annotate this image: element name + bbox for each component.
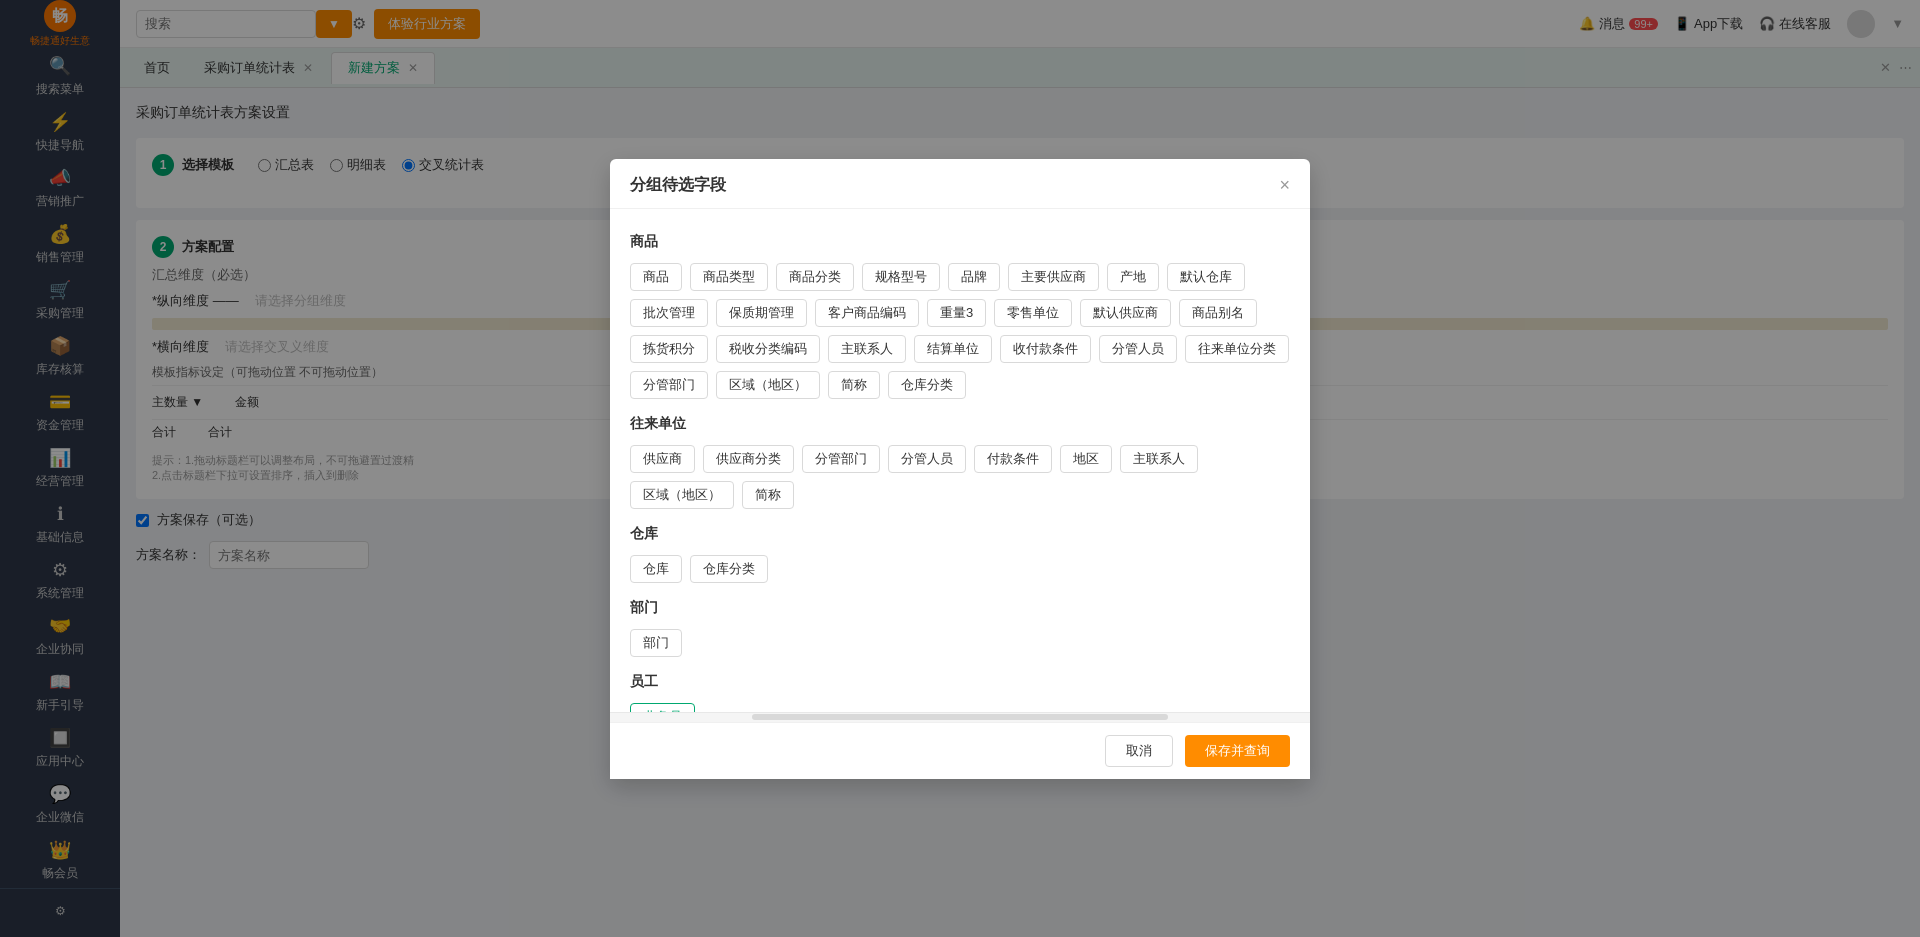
section-fields-4: 业务员 [630, 703, 1290, 713]
field-tag-0-4[interactable]: 品牌 [948, 263, 1000, 291]
field-tag-0-19[interactable]: 收付款条件 [1000, 335, 1091, 363]
field-tag-0-2[interactable]: 商品分类 [776, 263, 854, 291]
field-tag-0-22[interactable]: 分管部门 [630, 371, 708, 399]
field-tag-2-0[interactable]: 仓库 [630, 555, 682, 583]
field-tag-0-8[interactable]: 批次管理 [630, 299, 708, 327]
field-tag-1-0[interactable]: 供应商 [630, 445, 695, 473]
section-fields-3: 部门 [630, 629, 1290, 657]
field-tag-0-15[interactable]: 拣货积分 [630, 335, 708, 363]
field-tag-0-23[interactable]: 区域（地区） [716, 371, 820, 399]
section-title-3: 部门 [630, 599, 1290, 617]
modal-footer: 取消 保存并查询 [610, 722, 1310, 779]
field-tag-0-18[interactable]: 结算单位 [914, 335, 992, 363]
field-tag-0-24[interactable]: 简称 [828, 371, 880, 399]
field-tag-4-0[interactable]: 业务员 [630, 703, 695, 713]
field-tag-1-8[interactable]: 简称 [742, 481, 794, 509]
confirm-button[interactable]: 保存并查询 [1185, 735, 1290, 767]
field-tag-0-13[interactable]: 默认供应商 [1080, 299, 1171, 327]
field-tag-3-0[interactable]: 部门 [630, 629, 682, 657]
field-tag-0-9[interactable]: 保质期管理 [716, 299, 807, 327]
modal: 分组待选字段 × 商品商品商品类型商品分类规格型号品牌主要供应商产地默认仓库批次… [610, 159, 1310, 779]
field-tag-0-7[interactable]: 默认仓库 [1167, 263, 1245, 291]
modal-hscroll [610, 712, 1310, 721]
field-tag-0-6[interactable]: 产地 [1107, 263, 1159, 291]
modal-header: 分组待选字段 × [610, 159, 1310, 209]
field-tag-0-20[interactable]: 分管人员 [1099, 335, 1177, 363]
modal-overlay: 分组待选字段 × 商品商品商品类型商品分类规格型号品牌主要供应商产地默认仓库批次… [0, 0, 1920, 937]
field-tag-1-3[interactable]: 分管人员 [888, 445, 966, 473]
field-tag-0-25[interactable]: 仓库分类 [888, 371, 966, 399]
field-tag-0-3[interactable]: 规格型号 [862, 263, 940, 291]
section-title-0: 商品 [630, 233, 1290, 251]
section-fields-2: 仓库仓库分类 [630, 555, 1290, 583]
field-tag-0-10[interactable]: 客户商品编码 [815, 299, 919, 327]
section-title-2: 仓库 [630, 525, 1290, 543]
modal-title: 分组待选字段 [630, 175, 726, 196]
field-tag-1-7[interactable]: 区域（地区） [630, 481, 734, 509]
field-tag-1-5[interactable]: 地区 [1060, 445, 1112, 473]
hscroll-thumb [752, 714, 1167, 720]
section-title-1: 往来单位 [630, 415, 1290, 433]
field-tag-0-17[interactable]: 主联系人 [828, 335, 906, 363]
field-tag-1-6[interactable]: 主联系人 [1120, 445, 1198, 473]
field-tag-1-4[interactable]: 付款条件 [974, 445, 1052, 473]
field-tag-0-14[interactable]: 商品别名 [1179, 299, 1257, 327]
field-tag-0-5[interactable]: 主要供应商 [1008, 263, 1099, 291]
section-fields-1: 供应商供应商分类分管部门分管人员付款条件地区主联系人区域（地区） 简称 [630, 445, 1290, 509]
field-tag-0-21[interactable]: 往来单位分类 [1185, 335, 1289, 363]
field-tag-2-1[interactable]: 仓库分类 [690, 555, 768, 583]
field-tag-0-1[interactable]: 商品类型 [690, 263, 768, 291]
modal-close-button[interactable]: × [1279, 176, 1290, 194]
cancel-button[interactable]: 取消 [1105, 735, 1173, 767]
field-tag-1-1[interactable]: 供应商分类 [703, 445, 794, 473]
field-tag-1-2[interactable]: 分管部门 [802, 445, 880, 473]
field-tag-0-12[interactable]: 零售单位 [994, 299, 1072, 327]
section-fields-0: 商品商品类型商品分类规格型号品牌主要供应商产地默认仓库批次管理保质期管理客户商品… [630, 263, 1290, 399]
field-tag-0-16[interactable]: 税收分类编码 [716, 335, 820, 363]
modal-body[interactable]: 商品商品商品类型商品分类规格型号品牌主要供应商产地默认仓库批次管理保质期管理客户… [610, 209, 1310, 713]
field-tag-0-0[interactable]: 商品 [630, 263, 682, 291]
section-title-4: 员工 [630, 673, 1290, 691]
field-tag-0-11[interactable]: 重量3 [927, 299, 986, 327]
